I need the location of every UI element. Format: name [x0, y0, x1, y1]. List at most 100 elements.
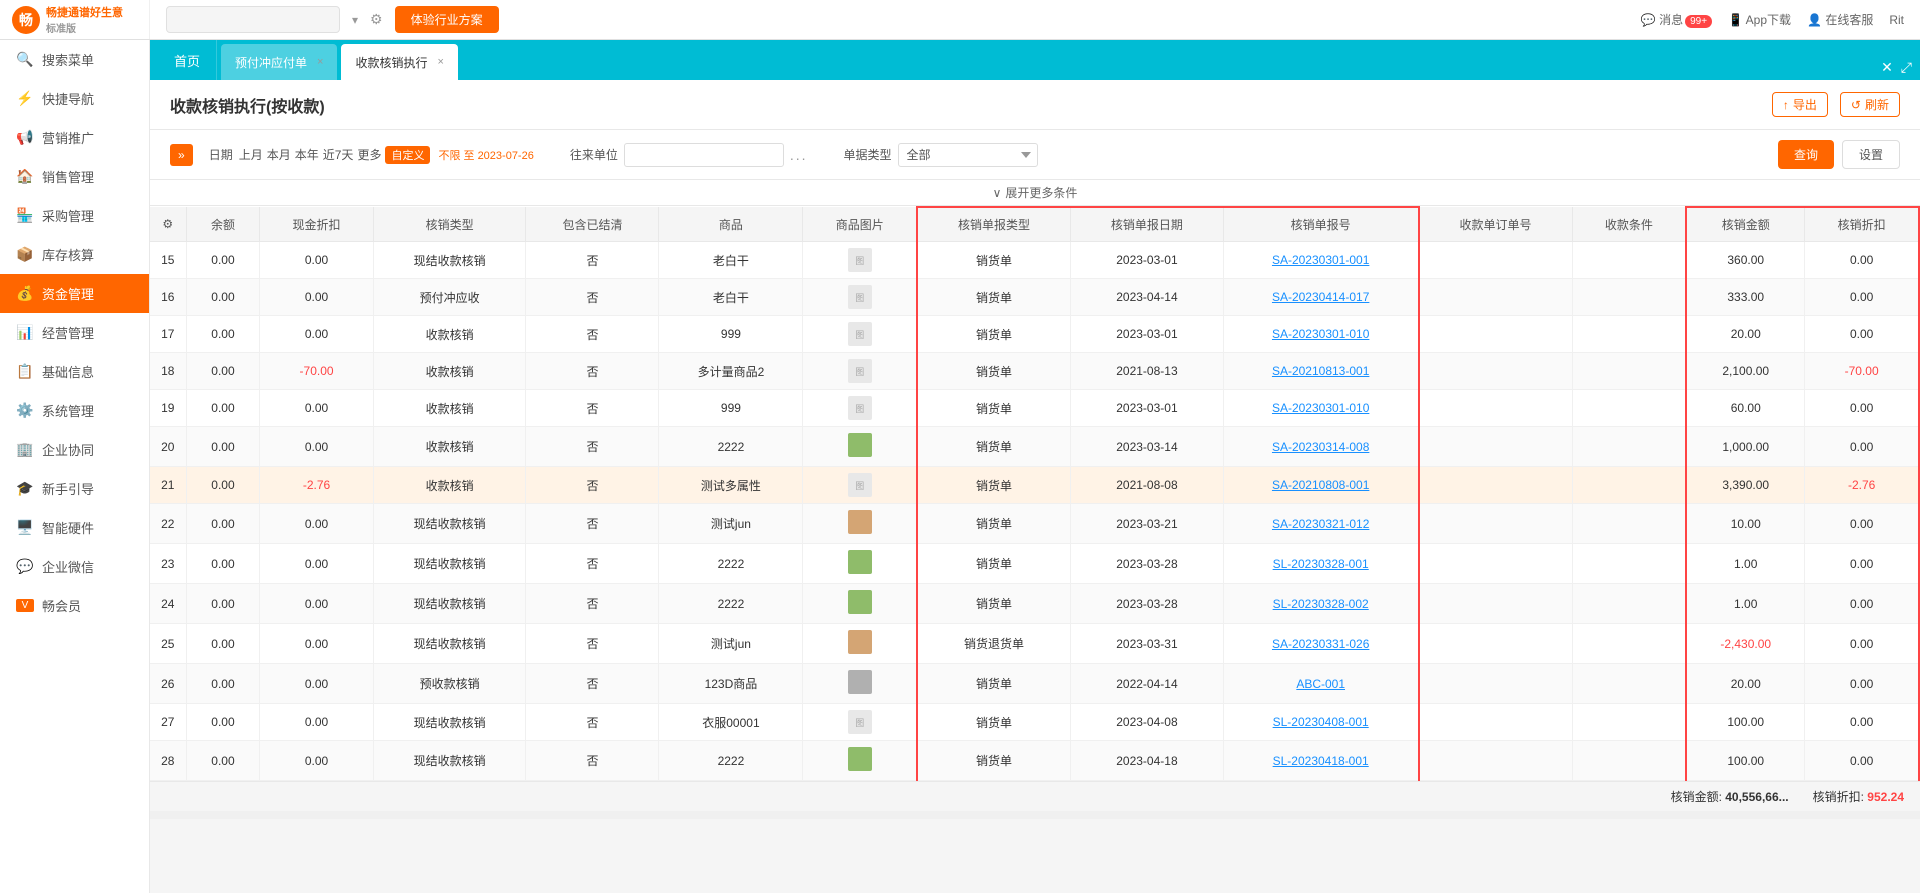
sidebar-item-wechat[interactable]: 💬 企业微信	[0, 547, 149, 586]
wechat-icon: 💬	[16, 558, 34, 575]
app-logo: 畅 畅捷通谱好生意 标准版	[12, 4, 137, 35]
export-button[interactable]: ↑ 导出	[1772, 92, 1828, 117]
partner-dots-btn[interactable]: ...	[790, 147, 808, 163]
sidebar-item-search[interactable]: 🔍 搜索菜单	[0, 40, 149, 79]
footer-cancel-discount: 核销折扣: 952.24	[1813, 788, 1904, 805]
refresh-button[interactable]: ↺ 刷新	[1840, 92, 1900, 117]
date-7days[interactable]: 近7天	[323, 146, 354, 163]
logo-icon: 畅	[12, 6, 40, 34]
expand-more-label: 展开更多条件	[1005, 184, 1077, 201]
date-this-month[interactable]: 本月	[267, 146, 291, 163]
bill-no-link[interactable]: SA-20210813-001	[1272, 364, 1369, 378]
inventory-icon: 📦	[16, 246, 34, 263]
sidebar-item-marketing[interactable]: 📢 营销推广	[0, 118, 149, 157]
bill-type-filter: 单据类型 全部 销货单 销货退货单	[844, 143, 1038, 167]
sidebar-label-member: 畅会员	[42, 596, 81, 615]
bill-no-link[interactable]: SA-20230414-017	[1272, 290, 1369, 304]
date-prev-month[interactable]: 上月	[239, 146, 263, 163]
sidebar-item-operations[interactable]: 📊 经营管理	[0, 313, 149, 352]
col-gear[interactable]: ⚙	[150, 207, 186, 242]
page-title: 收款核销执行(按收款)	[170, 93, 325, 129]
col-bill-date: 核销单报日期	[1071, 207, 1224, 242]
bill-no-link[interactable]: SA-20230321-012	[1272, 517, 1369, 531]
dropdown-arrow[interactable]: ▾	[352, 13, 358, 27]
bill-no-link[interactable]: SA-20230301-001	[1272, 253, 1369, 267]
date-this-year[interactable]: 本年	[295, 146, 319, 163]
top-bar-center: ▾ ⚙ 体验行业方案	[150, 6, 1641, 33]
sidebar-label-marketing: 营销推广	[42, 128, 94, 147]
tab-cancel-close[interactable]: ×	[437, 56, 443, 68]
bill-no-link[interactable]: SL-20230328-002	[1273, 597, 1369, 611]
partner-input[interactable]	[624, 143, 784, 167]
user-name: Rit	[1889, 13, 1904, 27]
sidebar-item-nav[interactable]: ⚡ 快捷导航	[0, 79, 149, 118]
bill-no-link[interactable]: SL-20230418-001	[1273, 754, 1369, 768]
date-custom-btn[interactable]: 自定义	[385, 146, 430, 164]
sidebar-item-inventory[interactable]: 📦 库存核算	[0, 235, 149, 274]
basic-info-icon: 📋	[16, 363, 34, 380]
sidebar-label-finance: 资金管理	[42, 284, 94, 303]
expand-more-icon: ∨	[993, 186, 1002, 200]
trial-button[interactable]: 体验行业方案	[395, 6, 499, 33]
main-layout: 🔍 搜索菜单 ⚡ 快捷导航 📢 营销推广 🏠 销售管理 🏪 采购管理 📦 库存核…	[0, 40, 1920, 893]
settings-gear-icon[interactable]: ⚙	[370, 11, 383, 28]
bill-no-link[interactable]: SL-20230328-001	[1273, 557, 1369, 571]
bill-type-select[interactable]: 全部 销货单 销货退货单	[898, 143, 1038, 167]
table-row: 200.000.00收款核销否2222销货单2023-03-14SA-20230…	[150, 427, 1919, 467]
tab-maximize-btn[interactable]: ⤢	[1901, 59, 1912, 76]
bill-no-link[interactable]: SL-20230408-001	[1273, 715, 1369, 729]
page-header-actions: ↑ 导出 ↺ 刷新	[1772, 92, 1900, 129]
tab-close-window-btn[interactable]: ✕	[1881, 59, 1893, 76]
sidebar-item-collab[interactable]: 🏢 企业协同	[0, 430, 149, 469]
sidebar-item-finance[interactable]: 💰 资金管理	[0, 274, 149, 313]
tab-home[interactable]: 首页	[158, 40, 217, 80]
message-icon-area[interactable]: 💬 消息99+	[1641, 11, 1712, 28]
col-cancel-type: 核销类型	[373, 207, 526, 242]
top-header: 畅 畅捷通谱好生意 标准版 ▾ ⚙ 体验行业方案 💬 消息99+ 📱 App下载…	[0, 0, 1920, 40]
bill-no-link[interactable]: ABC-001	[1296, 677, 1345, 691]
sidebar-item-sales[interactable]: 🏠 销售管理	[0, 157, 149, 196]
partner-label: 往来单位	[570, 146, 618, 163]
col-cancel-discount: 核销折扣	[1805, 207, 1919, 242]
sidebar-label-system: 系统管理	[42, 401, 94, 420]
filter-expand-button[interactable]: »	[170, 144, 193, 166]
sidebar-label-operations: 经营管理	[42, 323, 94, 342]
sidebar-item-hardware[interactable]: 🖥️ 智能硬件	[0, 508, 149, 547]
bill-no-link[interactable]: SA-20230301-010	[1272, 401, 1369, 415]
sidebar-item-basic-info[interactable]: 📋 基础信息	[0, 352, 149, 391]
sidebar-item-guide[interactable]: 🎓 新手引导	[0, 469, 149, 508]
partner-filter: 往来单位 ...	[570, 143, 808, 167]
logo-section: 畅 畅捷通谱好生意 标准版	[0, 0, 150, 39]
horizontal-scrollbar[interactable]	[150, 811, 1920, 819]
bill-no-link[interactable]: SA-20230331-026	[1272, 637, 1369, 651]
tab-prepay[interactable]: 预付冲应付单 ×	[221, 44, 337, 80]
sidebar-item-system[interactable]: ⚙️ 系统管理	[0, 391, 149, 430]
table-row: 190.000.00收款核销否999图销货单2023-03-01SA-20230…	[150, 390, 1919, 427]
settings-button[interactable]: 设置	[1842, 140, 1900, 169]
bill-no-link[interactable]: SA-20210808-001	[1272, 478, 1369, 492]
page-header: 收款核销执行(按收款) ↑ 导出 ↺ 刷新	[150, 80, 1920, 130]
expand-more-button[interactable]: ∨ 展开更多条件	[993, 184, 1078, 201]
sidebar-item-member[interactable]: V 畅会员	[0, 586, 149, 625]
bill-type-label: 单据类型	[844, 146, 892, 163]
query-button[interactable]: 查询	[1778, 140, 1834, 169]
col-cash-discount: 现金折扣	[260, 207, 373, 242]
sidebar-label-collab: 企业协同	[42, 440, 94, 459]
operations-icon: 📊	[16, 324, 34, 341]
footer-cancel-amount: 核销金额: 40,556,66...	[1671, 788, 1789, 805]
date-more[interactable]: 更多	[357, 146, 381, 163]
sidebar-label-search: 搜索菜单	[42, 50, 94, 69]
app-download-link[interactable]: 📱 App下载	[1728, 11, 1791, 28]
content-area: 首页 预付冲应付单 × 收款核销执行 × ✕ ⤢ 收款核销执行(按收款) ↑	[150, 40, 1920, 893]
bill-no-link[interactable]: SA-20230314-008	[1272, 440, 1369, 454]
tab-cancel[interactable]: 收款核销执行 ×	[341, 44, 457, 80]
table-row: 270.000.00现结收款核销否衣服00001图销货单2023-04-08SL…	[150, 704, 1919, 741]
table-row: 240.000.00现结收款核销否2222销货单2023-03-28SL-202…	[150, 584, 1919, 624]
tab-prepay-close[interactable]: ×	[317, 56, 323, 68]
sidebar-label-hardware: 智能硬件	[42, 518, 94, 537]
table-footer: 核销金额: 40,556,66... 核销折扣: 952.24	[150, 781, 1920, 811]
sidebar-item-purchase[interactable]: 🏪 采购管理	[0, 196, 149, 235]
bill-no-link[interactable]: SA-20230301-010	[1272, 327, 1369, 341]
online-service-link[interactable]: 👤 在线客服	[1807, 11, 1873, 28]
page-area: 收款核销执行(按收款) ↑ 导出 ↺ 刷新 » 日期	[150, 80, 1920, 893]
